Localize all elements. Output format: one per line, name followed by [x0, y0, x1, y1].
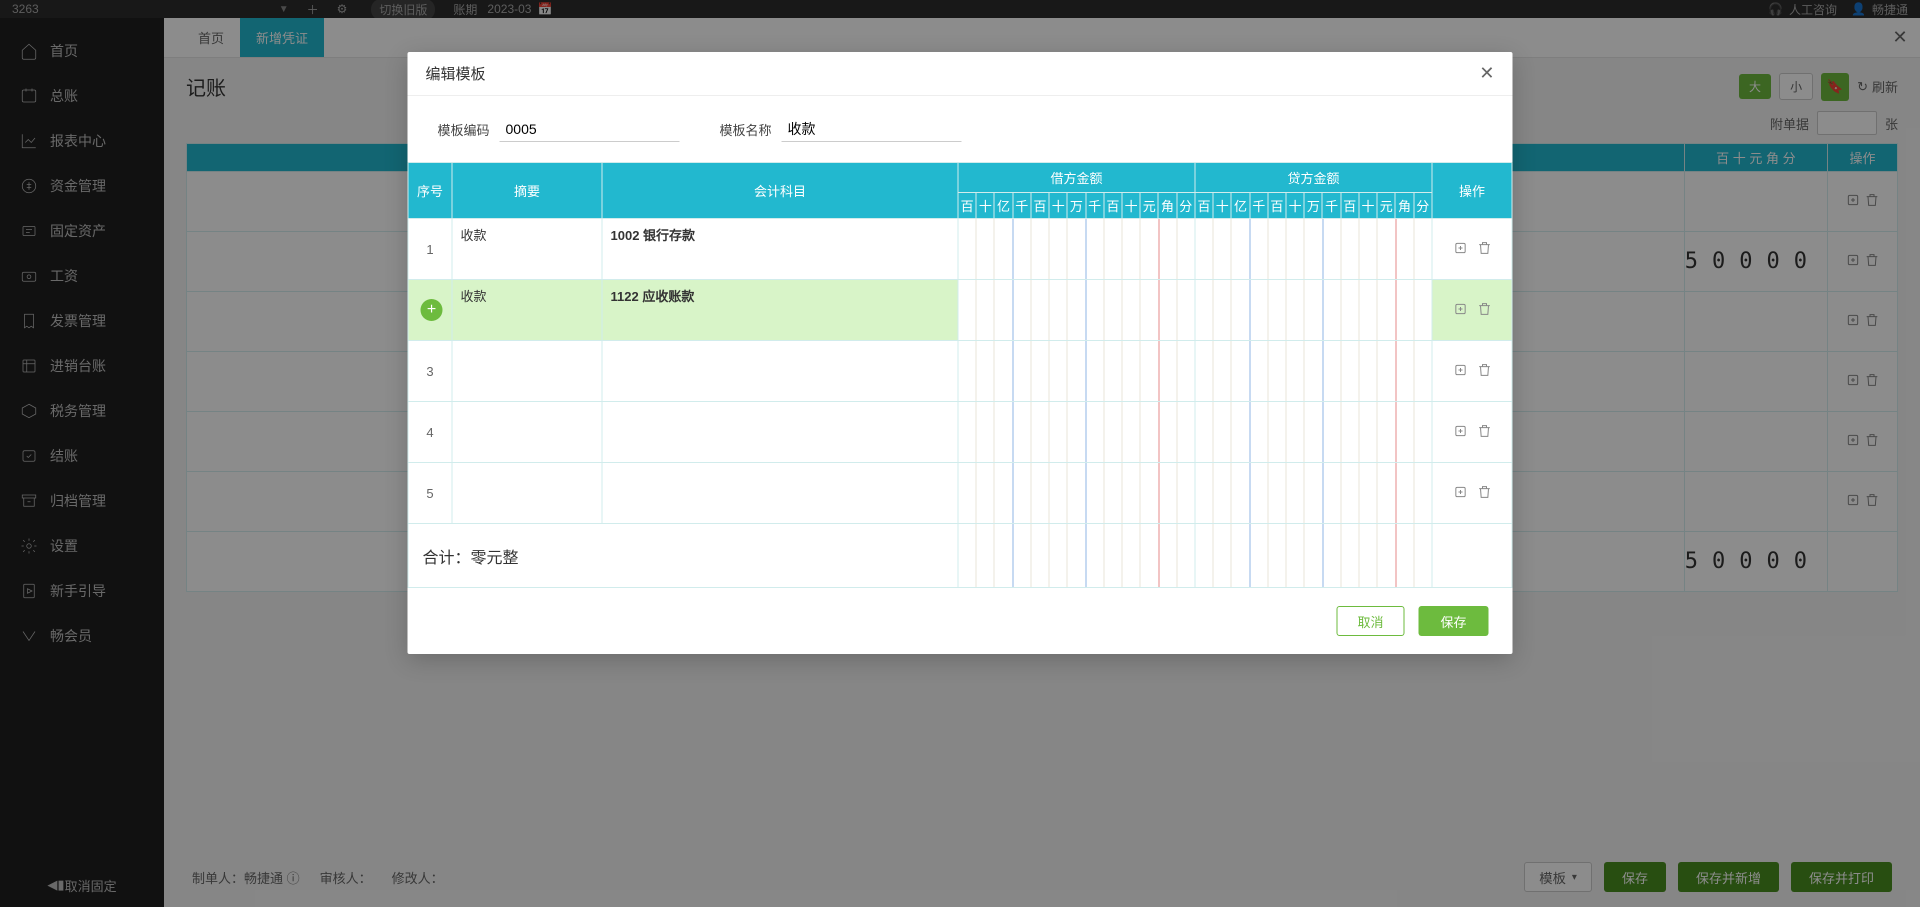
template-code-input[interactable]	[500, 116, 680, 142]
row-abstract[interactable]	[452, 402, 602, 463]
edit-template-modal: 编辑模板 ✕ 模板编码 模板名称 序号 摘要 会计科目 借方金额 贷方金额 操作…	[408, 52, 1513, 654]
copy-row-icon[interactable]	[1451, 239, 1469, 257]
delete-row-icon[interactable]	[1475, 422, 1493, 440]
digit-header: 十	[1122, 193, 1140, 219]
digit-header: 十	[1049, 193, 1067, 219]
digit-header: 千	[1250, 193, 1268, 219]
template-row[interactable]: 1收款1002 银行存款	[408, 219, 1512, 280]
digit-header: 万	[1067, 193, 1085, 219]
template-row[interactable]: 3	[408, 341, 1512, 402]
modal-title: 编辑模板	[426, 63, 486, 84]
digit-header: 分	[1414, 193, 1432, 219]
row-credit-amount[interactable]	[1195, 402, 1432, 463]
digit-header: 百	[1104, 193, 1122, 219]
template-row[interactable]: 4	[408, 402, 1512, 463]
col-credit: 贷方金额	[1195, 163, 1432, 193]
digit-header: 百	[1031, 193, 1049, 219]
row-index: 3	[408, 341, 452, 402]
row-ops	[1432, 280, 1512, 341]
digit-header: 十	[976, 193, 994, 219]
row-subject[interactable]: 1002 银行存款	[602, 219, 958, 280]
row-credit-amount[interactable]	[1195, 280, 1432, 341]
digit-header: 千	[1013, 193, 1031, 219]
digit-header: 角	[1158, 193, 1176, 219]
delete-row-icon[interactable]	[1475, 239, 1493, 257]
copy-row-icon[interactable]	[1451, 422, 1469, 440]
digit-header: 十	[1359, 193, 1377, 219]
col-subject: 会计科目	[602, 163, 958, 219]
copy-row-icon[interactable]	[1451, 300, 1469, 318]
digit-header: 百	[958, 193, 976, 219]
row-ops	[1432, 341, 1512, 402]
row-debit-amount[interactable]	[958, 402, 1195, 463]
modal-save-button[interactable]: 保存	[1418, 606, 1488, 636]
row-debit-amount[interactable]	[958, 341, 1195, 402]
row-credit-amount[interactable]	[1195, 463, 1432, 524]
col-debit: 借方金额	[958, 163, 1195, 193]
template-name-label: 模板名称	[720, 120, 772, 139]
add-row-button[interactable]: +	[421, 299, 443, 321]
row-abstract[interactable]	[452, 463, 602, 524]
digit-header: 千	[1322, 193, 1340, 219]
row-ops	[1432, 219, 1512, 280]
digit-header: 万	[1304, 193, 1322, 219]
digit-header: 千	[1086, 193, 1104, 219]
copy-row-icon[interactable]	[1451, 483, 1469, 501]
row-subject[interactable]	[602, 341, 958, 402]
template-code-label: 模板编码	[438, 120, 490, 139]
digit-header: 十	[1213, 193, 1231, 219]
digit-header: 元	[1140, 193, 1158, 219]
delete-row-icon[interactable]	[1475, 483, 1493, 501]
digit-header: 角	[1395, 193, 1413, 219]
col-abstract: 摘要	[452, 163, 602, 219]
row-abstract[interactable]: 收款	[452, 280, 602, 341]
digit-header: 亿	[1231, 193, 1249, 219]
col-ops: 操作	[1432, 163, 1512, 219]
row-abstract[interactable]: 收款	[452, 219, 602, 280]
row-index: 4	[408, 402, 452, 463]
row-ops	[1432, 463, 1512, 524]
delete-row-icon[interactable]	[1475, 300, 1493, 318]
digit-header: 百	[1341, 193, 1359, 219]
row-credit-amount[interactable]	[1195, 341, 1432, 402]
row-subject[interactable]	[602, 463, 958, 524]
digit-header: 十	[1286, 193, 1304, 219]
col-index: 序号	[408, 163, 452, 219]
digit-header: 亿	[994, 193, 1012, 219]
template-row[interactable]: + 收款1122 应收账款	[408, 280, 1512, 341]
template-name-input[interactable]	[782, 116, 962, 142]
row-credit-amount[interactable]	[1195, 219, 1432, 280]
row-subject[interactable]	[602, 402, 958, 463]
row-index: 1	[408, 219, 452, 280]
row-debit-amount[interactable]	[958, 219, 1195, 280]
row-index: 5	[408, 463, 452, 524]
row-debit-amount[interactable]	[958, 463, 1195, 524]
row-index: +	[408, 280, 452, 341]
digit-header: 分	[1177, 193, 1195, 219]
digit-header: 百	[1268, 193, 1286, 219]
delete-row-icon[interactable]	[1475, 361, 1493, 379]
row-abstract[interactable]	[452, 341, 602, 402]
modal-cancel-button[interactable]: 取消	[1336, 606, 1404, 636]
digit-header: 元	[1377, 193, 1395, 219]
row-debit-amount[interactable]	[958, 280, 1195, 341]
template-row[interactable]: 5	[408, 463, 1512, 524]
row-ops	[1432, 402, 1512, 463]
template-table: 序号 摘要 会计科目 借方金额 贷方金额 操作 百十亿千百十万千百十元角分百十亿…	[408, 162, 1513, 588]
total-row: 合计：零元整	[408, 524, 958, 588]
row-subject[interactable]: 1122 应收账款	[602, 280, 958, 341]
digit-header: 百	[1195, 193, 1213, 219]
copy-row-icon[interactable]	[1451, 361, 1469, 379]
modal-close-button[interactable]: ✕	[1479, 63, 1494, 84]
